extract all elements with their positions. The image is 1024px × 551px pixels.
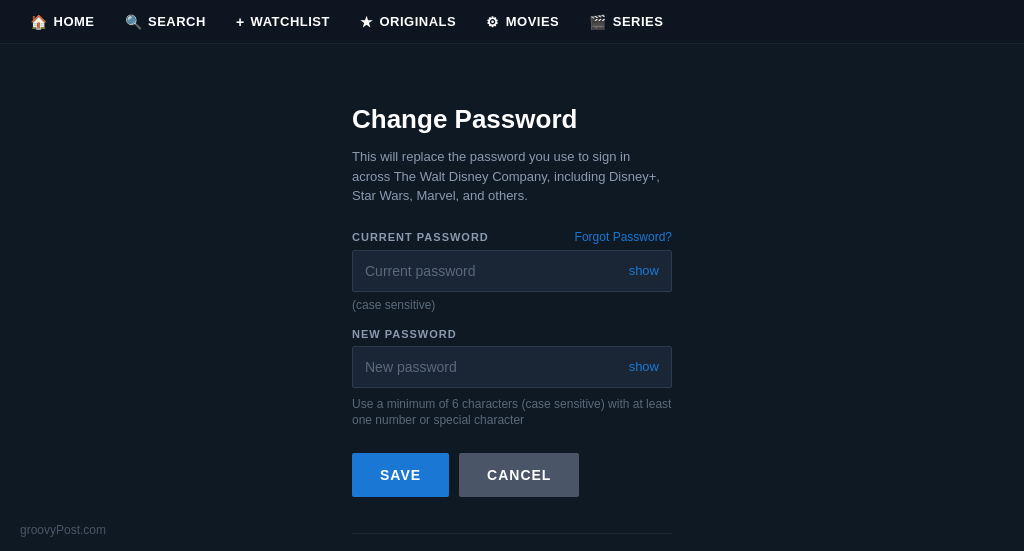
new-password-section: NEW PASSWORD show Use a minimum of 6 cha… [352, 328, 672, 430]
main-content: Change Password This will replace the pa… [0, 44, 1024, 551]
current-password-show-button[interactable]: show [629, 263, 659, 278]
nav-watchlist[interactable]: + WATCHLIST [226, 14, 340, 30]
current-password-label-row: CURRENT PASSWORD Forgot Password? [352, 230, 672, 244]
footer-text: groovyPost.com [20, 523, 106, 537]
search-icon: 🔍 [125, 14, 143, 30]
current-password-input[interactable] [365, 263, 629, 279]
current-password-label: CURRENT PASSWORD [352, 231, 489, 243]
nav-series[interactable]: 🎬 SERIES [579, 14, 673, 30]
current-password-input-wrapper: show [352, 250, 672, 292]
save-button[interactable]: SAVE [352, 453, 449, 497]
nav-search[interactable]: 🔍 SEARCH [115, 14, 216, 30]
case-sensitive-note: (case sensitive) [352, 298, 672, 312]
password-hint: Use a minimum of 6 characters (case sens… [352, 396, 672, 430]
cancel-button[interactable]: CANCEL [459, 453, 579, 497]
current-password-section: CURRENT PASSWORD Forgot Password? show (… [352, 230, 672, 312]
form-title: Change Password [352, 104, 672, 135]
star-icon: ★ [360, 14, 374, 30]
home-icon: 🏠 [30, 14, 48, 30]
nav-movies[interactable]: ⚙ MOVIES [476, 14, 569, 30]
form-button-row: SAVE CANCEL [352, 453, 672, 497]
navigation: 🏠 HOME 🔍 SEARCH + WATCHLIST ★ ORIGINALS … [0, 0, 1024, 44]
new-password-input-wrapper: show [352, 346, 672, 388]
nav-originals[interactable]: ★ ORIGINALS [350, 14, 466, 30]
form-description: This will replace the password you use t… [352, 147, 672, 206]
plus-icon: + [236, 14, 245, 30]
divider [352, 533, 672, 534]
gear-icon: ⚙ [486, 14, 500, 30]
new-password-show-button[interactable]: show [629, 359, 659, 374]
nav-home[interactable]: 🏠 HOME [20, 14, 105, 30]
film-icon: 🎬 [589, 14, 607, 30]
new-password-input[interactable] [365, 359, 629, 375]
new-password-label-row: NEW PASSWORD [352, 328, 672, 340]
forgot-password-link[interactable]: Forgot Password? [575, 230, 672, 244]
change-password-form: Change Password This will replace the pa… [352, 104, 672, 551]
new-password-label: NEW PASSWORD [352, 328, 457, 340]
